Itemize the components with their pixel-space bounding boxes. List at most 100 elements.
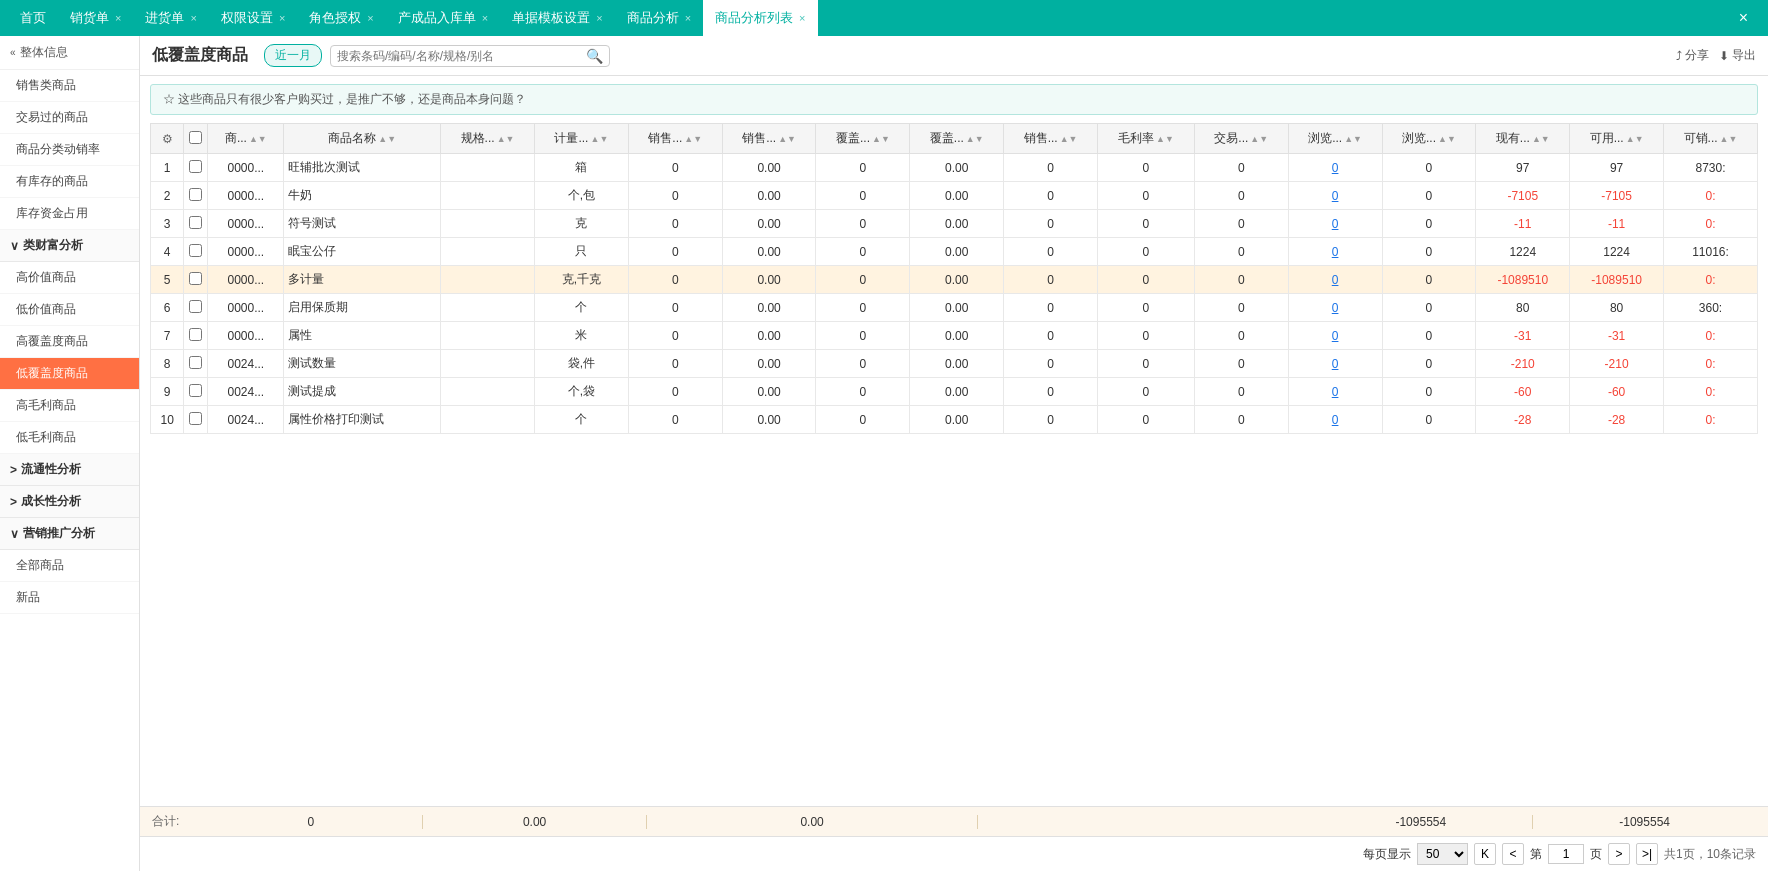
cell-browse1[interactable]: 0: [1288, 238, 1382, 266]
nav-close-product-warehouse[interactable]: ×: [482, 0, 488, 36]
search-icon[interactable]: 🔍: [586, 48, 603, 64]
cell-browse1[interactable]: 0: [1288, 210, 1382, 238]
nav-close-permission[interactable]: ×: [279, 0, 285, 36]
nav-item-home[interactable]: 首页: [8, 0, 58, 36]
nav-item-template[interactable]: 单据模板设置 ×: [500, 0, 614, 36]
sidebar-section-wealth[interactable]: ∨ 类财富分析: [0, 230, 139, 262]
col-gear[interactable]: ⚙: [151, 124, 184, 154]
nav-item-role[interactable]: 角色授权 ×: [297, 0, 385, 36]
cell-checkbox[interactable]: [184, 350, 208, 378]
cell-browse1[interactable]: 0: [1288, 266, 1382, 294]
first-page-button[interactable]: K: [1474, 843, 1496, 865]
col-cover2-label: 覆盖...: [930, 131, 964, 145]
col-spec-header[interactable]: 规格...▲▼: [441, 124, 535, 154]
last-page-button[interactable]: >|: [1636, 843, 1658, 865]
sidebar-item-traded-goods[interactable]: 交易过的商品: [0, 102, 139, 134]
col-sales-amt-label: 销售...: [742, 131, 776, 145]
sidebar-item-category-rate[interactable]: 商品分类动销率: [0, 134, 139, 166]
cell-browse1[interactable]: 0: [1288, 378, 1382, 406]
nav-item-product-warehouse[interactable]: 产成品入库单 ×: [386, 0, 500, 36]
cell-trade: 0: [1194, 238, 1288, 266]
nav-close-template[interactable]: ×: [596, 0, 602, 36]
sidebar-item-stock-value[interactable]: 库存资金占用: [0, 198, 139, 230]
col-stock-header[interactable]: 现有...▲▼: [1476, 124, 1570, 154]
cell-checkbox[interactable]: [184, 266, 208, 294]
cell-cover1: 0: [816, 210, 910, 238]
sidebar-section-marketing[interactable]: ∨ 营销推广分析: [0, 518, 139, 550]
next-page-button[interactable]: >: [1608, 843, 1630, 865]
cell-browse1[interactable]: 0: [1288, 350, 1382, 378]
nav-item-purchase[interactable]: 进货单 ×: [133, 0, 208, 36]
sidebar-header-overall[interactable]: « 整体信息: [0, 36, 139, 70]
nav-item-product-analysis[interactable]: 商品分析 ×: [615, 0, 703, 36]
cell-browse1[interactable]: 0: [1288, 154, 1382, 182]
page-size-select[interactable]: 50 10 20 100: [1417, 843, 1468, 865]
cell-sales_amt: 0.00: [722, 182, 816, 210]
cell-browse1[interactable]: 0: [1288, 294, 1382, 322]
table-row: 10000...旺辅批次测试箱00.0000.000000097978730:: [151, 154, 1758, 182]
cell-browse1[interactable]: 0: [1288, 182, 1382, 210]
sidebar-item-new-goods[interactable]: 新品: [0, 582, 139, 614]
col-code-header[interactable]: 商...▲▼: [208, 124, 284, 154]
cell-checkbox[interactable]: [184, 406, 208, 434]
col-name-header[interactable]: 商品名称▲▼: [284, 124, 441, 154]
col-unit-header[interactable]: 计量...▲▼: [534, 124, 628, 154]
search-input[interactable]: [337, 49, 586, 63]
col-available-header[interactable]: 可用...▲▼: [1570, 124, 1664, 154]
sidebar-item-high-margin[interactable]: 高毛利商品: [0, 390, 139, 422]
cell-sellable: 0:: [1664, 378, 1758, 406]
col-margin-header[interactable]: 毛利率▲▼: [1098, 124, 1195, 154]
cell-checkbox[interactable]: [184, 238, 208, 266]
sidebar-section-label3: 成长性分析: [21, 493, 81, 510]
page-word: 第: [1530, 846, 1542, 863]
nav-close-product-analysis-list[interactable]: ×: [799, 0, 805, 36]
nav-close-purchase[interactable]: ×: [190, 0, 196, 36]
sidebar-item-high-value[interactable]: 高价值商品: [0, 262, 139, 294]
sidebar-item-all-goods[interactable]: 全部商品: [0, 550, 139, 582]
cell-checkbox[interactable]: [184, 294, 208, 322]
window-close-button[interactable]: ×: [1727, 9, 1760, 27]
cell-browse1[interactable]: 0: [1288, 322, 1382, 350]
cell-checkbox[interactable]: [184, 182, 208, 210]
footer-stock: -1095554: [1309, 815, 1533, 829]
nav-close-product-analysis[interactable]: ×: [685, 0, 691, 36]
col-cover2-header[interactable]: 覆盖...▲▼: [910, 124, 1004, 154]
sidebar-item-low-value[interactable]: 低价值商品: [0, 294, 139, 326]
prev-page-button[interactable]: <: [1502, 843, 1524, 865]
cell-browse1[interactable]: 0: [1288, 406, 1382, 434]
sidebar-section-circulation[interactable]: > 流通性分析: [0, 454, 139, 486]
sidebar-item-low-margin[interactable]: 低毛利商品: [0, 422, 139, 454]
sidebar-item-in-stock[interactable]: 有库存的商品: [0, 166, 139, 198]
nav-close-role[interactable]: ×: [367, 0, 373, 36]
col-trade-header[interactable]: 交易...▲▼: [1194, 124, 1288, 154]
nav-item-sales[interactable]: 销货单 ×: [58, 0, 133, 36]
export-button[interactable]: ⬇ 导出: [1719, 47, 1756, 64]
sidebar-item-sales-goods[interactable]: 销售类商品: [0, 70, 139, 102]
sidebar-section-growth[interactable]: > 成长性分析: [0, 486, 139, 518]
col-sales-qty-header[interactable]: 销售...▲▼: [628, 124, 722, 154]
cell-checkbox[interactable]: [184, 378, 208, 406]
cell-checkbox[interactable]: [184, 154, 208, 182]
gear-icon[interactable]: ⚙: [162, 132, 173, 146]
cell-checkbox[interactable]: [184, 322, 208, 350]
sidebar-item-low-coverage[interactable]: 低覆盖度商品: [0, 358, 139, 390]
col-browse1-header[interactable]: 浏览...▲▼: [1288, 124, 1382, 154]
nav-item-product-analysis-list[interactable]: 商品分析列表 ×: [703, 0, 817, 36]
nav-close-sales[interactable]: ×: [115, 0, 121, 36]
info-text: ☆ 这些商品只有很少客户购买过，是推广不够，还是商品本身问题？: [163, 91, 526, 108]
col-sales3-header[interactable]: 销售...▲▼: [1004, 124, 1098, 154]
col-sellable-header[interactable]: 可销...▲▼: [1664, 124, 1758, 154]
nav-item-permission[interactable]: 权限设置 ×: [209, 0, 297, 36]
share-button[interactable]: ⤴ 分享: [1676, 47, 1709, 64]
cell-browse2: 0: [1382, 406, 1476, 434]
sidebar-item-high-coverage[interactable]: 高覆盖度商品: [0, 326, 139, 358]
col-sales-amt-header[interactable]: 销售...▲▼: [722, 124, 816, 154]
cell-cover1: 0: [816, 154, 910, 182]
filter-period-button[interactable]: 近一月: [264, 44, 322, 67]
cell-checkbox[interactable]: [184, 210, 208, 238]
col-select-all[interactable]: [184, 124, 208, 154]
select-all-checkbox[interactable]: [189, 131, 202, 144]
col-cover1-header[interactable]: 覆盖...▲▼: [816, 124, 910, 154]
col-browse2-header[interactable]: 浏览...▲▼: [1382, 124, 1476, 154]
page-number-input[interactable]: [1548, 844, 1584, 864]
